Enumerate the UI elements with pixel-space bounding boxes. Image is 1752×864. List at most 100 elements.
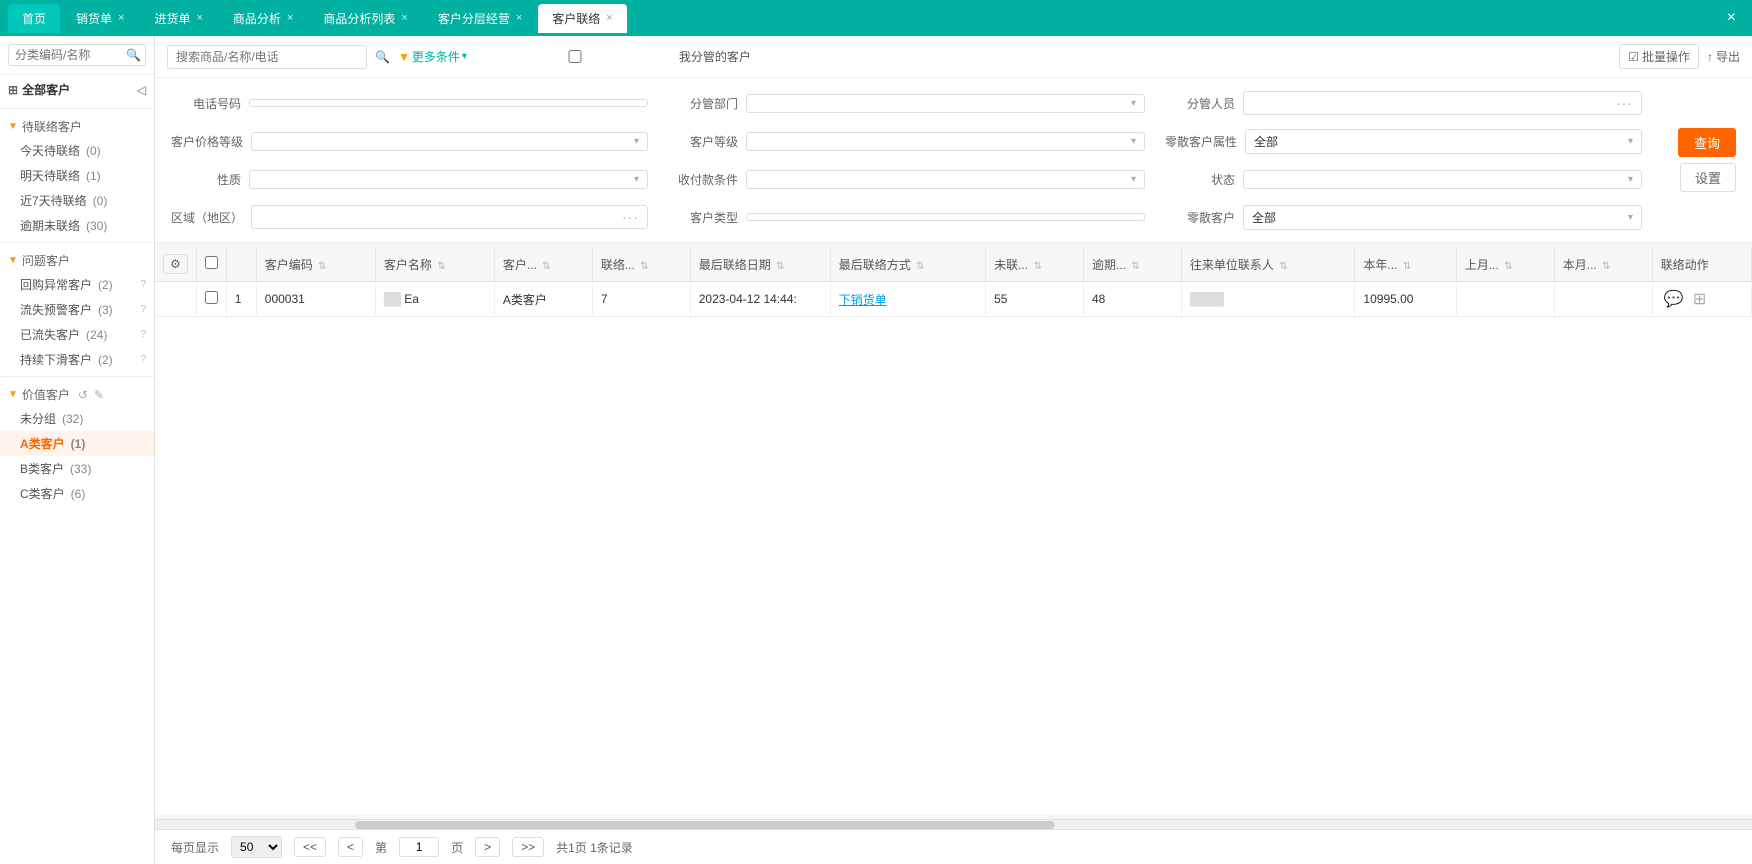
qr-action-button[interactable]: ⊞ [1690, 289, 1709, 309]
field-region: 区域（地区） ··· [171, 202, 648, 232]
field-retail-customer-input[interactable]: 全部 ▾ [1243, 205, 1642, 230]
field-phone-input[interactable] [249, 99, 648, 107]
col-settings: ⚙ [155, 247, 196, 282]
last-page-button[interactable]: >> [512, 837, 544, 857]
sidebar-item-a-class[interactable]: A类客户 (1) [0, 431, 154, 456]
sort-icon-last-date[interactable]: ⇅ [776, 261, 784, 272]
close-all-button[interactable]: × [1719, 5, 1744, 31]
tab-goods-analysis[interactable]: 商品分析 × [219, 4, 307, 33]
first-page-button[interactable]: << [294, 837, 326, 857]
field-phone: 电话号码 [171, 88, 648, 118]
problem-customers-group[interactable]: ▼ 问题客户 [0, 247, 154, 272]
cell-this-month [1554, 282, 1652, 317]
sort-icon-overdue[interactable]: ⇅ [1131, 261, 1139, 272]
field-dept-label: 分管部门 [668, 95, 738, 112]
close-tab-goods-analysis[interactable]: × [287, 12, 293, 24]
refresh-icon[interactable]: ↺ [78, 388, 88, 402]
chevron-down-icon-2: ▾ [634, 136, 639, 147]
close-tab-sales[interactable]: × [118, 12, 124, 24]
field-customer-type-label: 客户类型 [668, 209, 738, 226]
close-tab-goods-list[interactable]: × [401, 12, 407, 24]
sidebar-item-churn-warning[interactable]: 流失预警客户 (3) ? [0, 297, 154, 322]
col-this-year: 本年... ⇅ [1355, 247, 1456, 282]
table-footer: 每页显示 50 100 200 << < 第 页 > >> 共1页 1条记录 [155, 829, 1752, 864]
sort-icon-contact[interactable]: ⇅ [640, 261, 648, 272]
my-customers-checkbox-label[interactable]: 我分管的客户 [475, 48, 751, 65]
next-page-button[interactable]: > [475, 837, 500, 857]
field-nature-input[interactable]: ▾ [249, 170, 648, 189]
batch-operations-button[interactable]: ☑ 批量操作 [1619, 44, 1699, 69]
column-settings-button[interactable]: ⚙ [163, 254, 188, 274]
value-customers-group[interactable]: ▼ 价值客户 ↺ ✎ [0, 381, 154, 406]
select-all-checkbox[interactable] [205, 256, 218, 269]
close-tab-customer-contact[interactable]: × [606, 12, 612, 24]
page-number-input[interactable] [399, 837, 439, 857]
cell-type: A类客户 [494, 282, 592, 317]
field-customer-level-input[interactable]: ▾ [746, 132, 1145, 151]
horizontal-scrollbar[interactable] [155, 819, 1752, 829]
sidebar-item-c-class[interactable]: C类客户 (6) [0, 481, 154, 506]
sidebar-item-ungroup[interactable]: 未分组 (32) [0, 406, 154, 431]
my-customers-checkbox[interactable] [475, 50, 675, 63]
sort-icon-code[interactable]: ⇅ [318, 261, 326, 272]
field-retail-customer: 零散客户 全部 ▾ [1165, 202, 1642, 232]
pending-contact-group[interactable]: ▼ 待联络客户 [0, 113, 154, 138]
close-tab-purchase[interactable]: × [196, 12, 202, 24]
sidebar-item-b-class[interactable]: B类客户 (33) [0, 456, 154, 481]
last-method-link[interactable]: 下销货单 [839, 293, 887, 307]
settings-button[interactable]: 设置 [1680, 163, 1736, 192]
field-price-level-input[interactable]: ▾ [251, 132, 648, 151]
close-tab-customer-layer[interactable]: × [516, 12, 522, 24]
prev-page-button[interactable]: < [338, 837, 363, 857]
sort-icon-name[interactable]: ⇅ [437, 261, 445, 272]
message-action-button[interactable]: 💬 [1661, 289, 1687, 309]
sort-icon-type[interactable]: ⇅ [542, 261, 550, 272]
field-customer-type-input[interactable] [746, 213, 1145, 221]
sort-icon-this-year[interactable]: ⇅ [1403, 261, 1411, 272]
sidebar-item-churned[interactable]: 已流失客户 (24) ? [0, 322, 154, 347]
field-dept-input[interactable]: ▾ [746, 94, 1145, 113]
sidebar-collapse-icon[interactable]: ◁ [137, 83, 146, 97]
query-button[interactable]: 查询 [1678, 128, 1736, 157]
edit-value-group-icon[interactable]: ✎ [94, 388, 104, 402]
cell-settings [155, 282, 196, 317]
field-region-input[interactable]: ··· [251, 205, 648, 229]
field-status-input[interactable]: ▾ [1243, 170, 1642, 189]
sidebar-search-icon: 🔍 [126, 48, 141, 62]
sort-icon-uncontact[interactable]: ⇅ [1033, 261, 1041, 272]
search-input[interactable] [167, 45, 367, 69]
scrollbar-thumb[interactable] [355, 821, 1055, 829]
tab-sales[interactable]: 销货单 × [62, 4, 138, 33]
sidebar-item-today[interactable]: 今天待联络 (0) [0, 138, 154, 163]
sort-icon-last-method[interactable]: ⇅ [916, 261, 924, 272]
per-page-select[interactable]: 50 100 200 [231, 836, 282, 858]
field-phone-label: 电话号码 [171, 95, 241, 112]
sidebar-item-7days[interactable]: 近7天待联络 (0) [0, 188, 154, 213]
sidebar-item-declining[interactable]: 持续下滑客户 (2) ? [0, 347, 154, 372]
field-payment-input[interactable]: ▾ [746, 170, 1145, 189]
tab-purchase[interactable]: 进货单 × [140, 4, 216, 33]
sidebar-item-repurchase-abnormal[interactable]: 回购异常客户 (2) ? [0, 272, 154, 297]
field-retail-attr-input[interactable]: 全部 ▾ [1245, 129, 1642, 154]
tab-goods-list[interactable]: 商品分析列表 × [309, 4, 421, 33]
sidebar-item-overdue[interactable]: 逾期未联络 (30) [0, 213, 154, 238]
sort-icon-contact2[interactable]: ⇅ [1279, 261, 1287, 272]
sidebar-search-area: 🔍 [0, 36, 154, 75]
sidebar-item-tomorrow[interactable]: 明天待联络 (1) [0, 163, 154, 188]
field-status: 状态 ▾ [1165, 164, 1642, 194]
tab-customer-contact[interactable]: 客户联络 × [538, 4, 626, 33]
chevron-down-icon: ▾ [1131, 98, 1136, 109]
col-index [226, 247, 256, 282]
sort-icon-this-month[interactable]: ⇅ [1602, 261, 1610, 272]
export-button[interactable]: ↑ 导出 [1707, 48, 1740, 65]
main-layout: 🔍 ⊞ 全部客户 ◁ ▼ 待联络客户 今天待联络 (0) 明天待联络 (1) 近… [0, 36, 1752, 864]
sort-icon-last-month[interactable]: ⇅ [1504, 261, 1512, 272]
more-filters-button[interactable]: ▼ 更多条件 ▾ [398, 48, 467, 65]
tab-home[interactable]: 首页 [8, 4, 60, 33]
field-manager-input[interactable]: ··· [1243, 91, 1642, 115]
tab-customer-layer[interactable]: 客户分层经营 × [424, 4, 536, 33]
field-price-level-label: 客户价格等级 [171, 133, 243, 150]
all-customers-header[interactable]: ⊞ 全部客户 ◁ [0, 75, 154, 104]
cell-last-date: 2023-04-12 14:44: [690, 282, 830, 317]
row-checkbox[interactable] [205, 291, 218, 304]
